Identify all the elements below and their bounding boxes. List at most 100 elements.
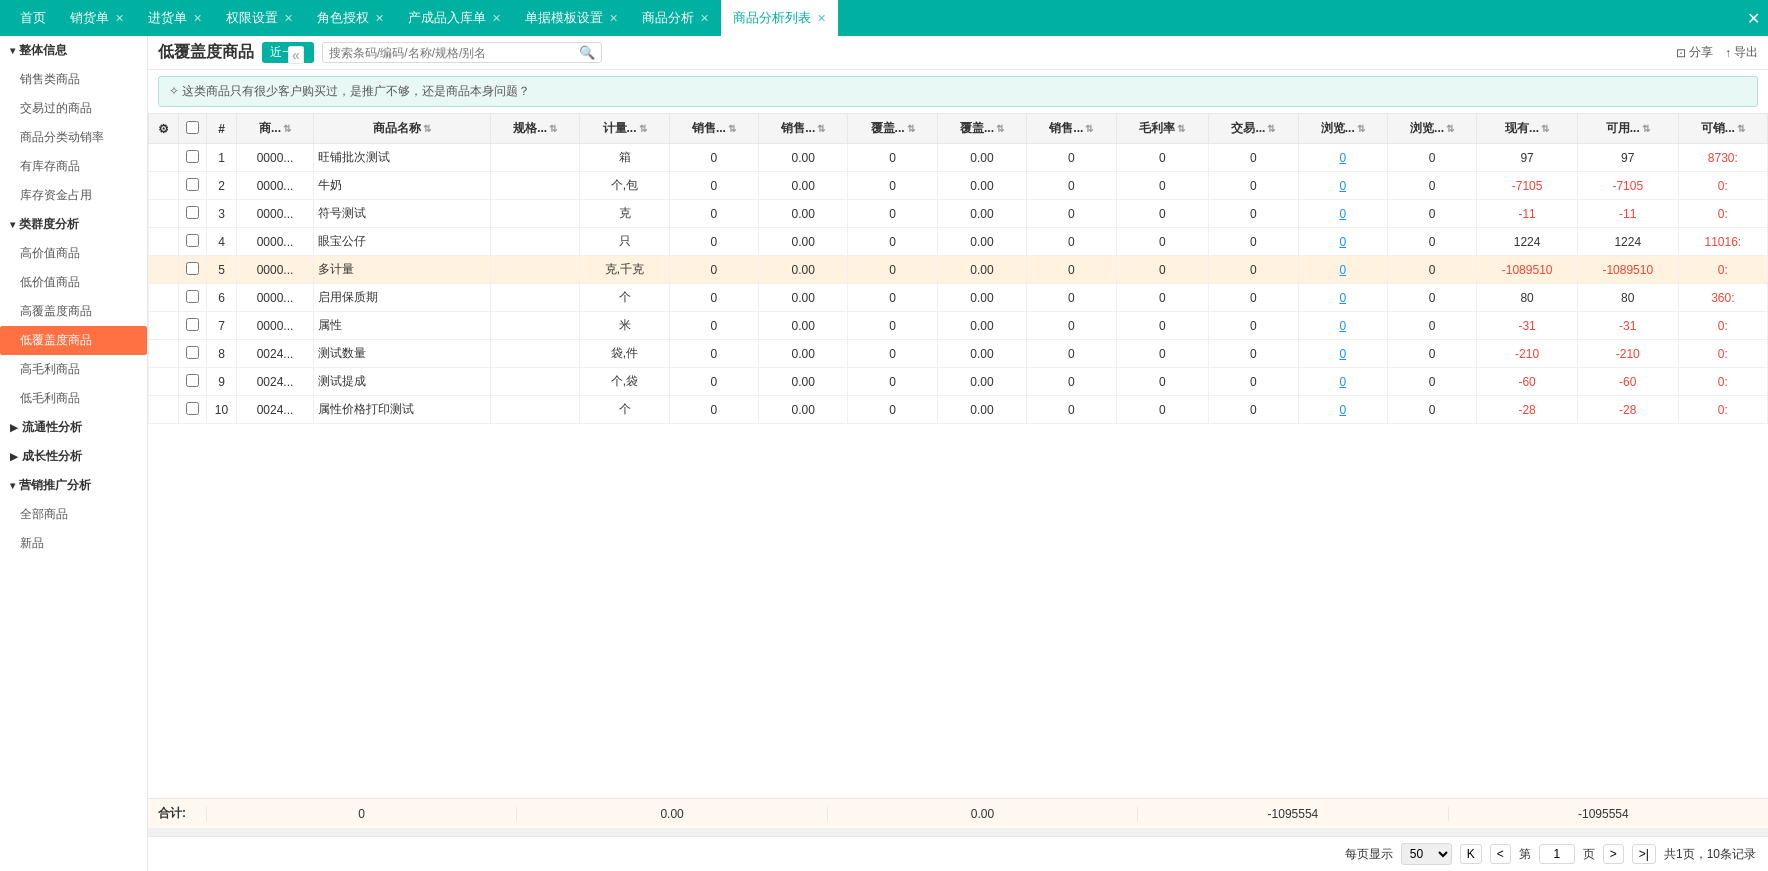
cell-view1[interactable]: 0: [1298, 256, 1387, 284]
select-all-checkbox[interactable]: [186, 121, 199, 134]
col-header-spec[interactable]: 规格...⇅: [491, 114, 580, 144]
cell-view1[interactable]: 0: [1298, 200, 1387, 228]
row-checkbox[interactable]: [186, 206, 199, 219]
sidebar-item-stock-capital[interactable]: 库存资金占用: [0, 181, 147, 210]
export-button[interactable]: ↑ 导出: [1725, 44, 1758, 61]
row-checkbox[interactable]: [186, 318, 199, 331]
sidebar-item-in-stock[interactable]: 有库存商品: [0, 152, 147, 181]
col-header-view2[interactable]: 浏览...⇅: [1387, 114, 1476, 144]
sidebar-item-sales-goods[interactable]: 销售类商品: [0, 65, 147, 94]
sidebar-item-high-profit[interactable]: 高毛利商品: [0, 355, 147, 384]
cell-view1[interactable]: 0: [1298, 312, 1387, 340]
col-header-trade[interactable]: 交易...⇅: [1209, 114, 1298, 144]
cell-check[interactable]: [179, 340, 207, 368]
nav-tab-product-inbound[interactable]: 产成品入库单 ✕: [396, 0, 513, 36]
col-header-view1[interactable]: 浏览...⇅: [1298, 114, 1387, 144]
col-header-cover2[interactable]: 覆盖...⇅: [937, 114, 1026, 144]
row-checkbox[interactable]: [186, 150, 199, 163]
sidebar-item-all-goods[interactable]: 全部商品: [0, 500, 147, 529]
cell-check[interactable]: [179, 172, 207, 200]
page-number-input[interactable]: [1539, 844, 1575, 864]
cell-cover2: 0.00: [937, 228, 1026, 256]
sidebar-item-category-rate[interactable]: 商品分类动销率: [0, 123, 147, 152]
cell-view1[interactable]: 0: [1298, 396, 1387, 424]
cell-view1[interactable]: 0: [1298, 368, 1387, 396]
table-row: 4 0000... 眼宝公仔 只 0 0.00 0 0.00 0 0 0 0 0…: [149, 228, 1768, 256]
cell-check[interactable]: [179, 256, 207, 284]
sidebar-item-new-goods[interactable]: 新品: [0, 529, 147, 558]
cell-view1[interactable]: 0: [1298, 340, 1387, 368]
col-header-unit[interactable]: 计量...⇅: [580, 114, 669, 144]
close-icon[interactable]: ✕: [492, 12, 501, 25]
col-header-code[interactable]: 商...⇅: [237, 114, 314, 144]
search-box[interactable]: 🔍: [322, 42, 602, 63]
col-header-stock-sale[interactable]: 可销...⇅: [1678, 114, 1767, 144]
sidebar-item-low-coverage[interactable]: 低覆盖度商品: [0, 326, 147, 355]
close-icon[interactable]: ✕: [609, 12, 618, 25]
close-icon[interactable]: ✕: [700, 12, 709, 25]
sidebar-section-overall[interactable]: ▾ 整体信息: [0, 36, 147, 65]
horizontal-scrollbar[interactable]: [148, 828, 1768, 836]
cell-check[interactable]: [179, 144, 207, 172]
sidebar-item-low-value[interactable]: 低价值商品: [0, 268, 147, 297]
cell-check[interactable]: [179, 312, 207, 340]
search-input[interactable]: [329, 46, 579, 60]
nav-tab-template[interactable]: 单据模板设置 ✕: [513, 0, 630, 36]
row-checkbox[interactable]: [186, 262, 199, 275]
nav-tab-sales[interactable]: 销货单 ✕: [58, 0, 136, 36]
sidebar-item-low-profit[interactable]: 低毛利商品: [0, 384, 147, 413]
sidebar-item-high-value[interactable]: 高价值商品: [0, 239, 147, 268]
nav-tab-product-analysis-list[interactable]: 商品分析列表 ✕: [721, 0, 838, 36]
nav-tab-roles[interactable]: 角色授权 ✕: [305, 0, 396, 36]
col-header-check[interactable]: [179, 114, 207, 144]
cell-check[interactable]: [179, 228, 207, 256]
row-checkbox[interactable]: [186, 290, 199, 303]
per-page-select[interactable]: 50 20 100 200: [1401, 843, 1452, 865]
close-icon[interactable]: ✕: [115, 12, 124, 25]
row-checkbox[interactable]: [186, 346, 199, 359]
cell-view1[interactable]: 0: [1298, 172, 1387, 200]
col-header-cover1[interactable]: 覆盖...⇅: [848, 114, 937, 144]
row-checkbox[interactable]: [186, 402, 199, 415]
sidebar-section-group-analysis[interactable]: ▾ 类群度分析: [0, 210, 147, 239]
cell-view1[interactable]: 0: [1298, 144, 1387, 172]
col-header-sale-amt[interactable]: 销售...⇅: [759, 114, 848, 144]
close-icon[interactable]: ✕: [375, 12, 384, 25]
col-header-name[interactable]: 商品名称⇅: [314, 114, 491, 144]
close-icon[interactable]: ✕: [817, 12, 826, 25]
close-icon[interactable]: ✕: [193, 12, 202, 25]
nav-tab-permissions[interactable]: 权限设置 ✕: [214, 0, 305, 36]
sidebar-section-marketing[interactable]: ▾ 营销推广分析: [0, 471, 147, 500]
col-header-sale3[interactable]: 销售...⇅: [1027, 114, 1116, 144]
close-icon[interactable]: ✕: [284, 12, 293, 25]
row-checkbox[interactable]: [186, 234, 199, 247]
nav-tab-purchase[interactable]: 进货单 ✕: [136, 0, 214, 36]
sidebar-collapse-button[interactable]: «: [288, 46, 304, 64]
share-button[interactable]: ⊡ 分享: [1676, 44, 1713, 61]
col-header-sale-qty[interactable]: 销售...⇅: [669, 114, 758, 144]
cell-view1[interactable]: 0: [1298, 284, 1387, 312]
sidebar-item-traded-goods[interactable]: 交易过的商品: [0, 94, 147, 123]
col-header-gross-rate[interactable]: 毛利率⇅: [1116, 114, 1209, 144]
col-header-gear[interactable]: ⚙: [149, 114, 179, 144]
cell-check[interactable]: [179, 200, 207, 228]
col-header-stock-cur[interactable]: 现有...⇅: [1477, 114, 1578, 144]
cell-check[interactable]: [179, 284, 207, 312]
row-checkbox[interactable]: [186, 178, 199, 191]
table-row: 3 0000... 符号测试 克 0 0.00 0 0.00 0 0 0 0 0…: [149, 200, 1768, 228]
nav-tab-product-analysis[interactable]: 商品分析 ✕: [630, 0, 721, 36]
sidebar-item-high-coverage[interactable]: 高覆盖度商品: [0, 297, 147, 326]
cell-view1[interactable]: 0: [1298, 228, 1387, 256]
col-header-stock-avail[interactable]: 可用...⇅: [1577, 114, 1678, 144]
last-page-button[interactable]: >|: [1632, 844, 1656, 864]
prev-page-button[interactable]: <: [1490, 844, 1511, 864]
cell-check[interactable]: [179, 396, 207, 424]
sidebar-section-growth[interactable]: ▶ 成长性分析: [0, 442, 147, 471]
window-close-button[interactable]: ✕: [1747, 9, 1760, 28]
nav-tab-home[interactable]: 首页: [8, 0, 58, 36]
row-checkbox[interactable]: [186, 374, 199, 387]
next-page-button[interactable]: >: [1603, 844, 1624, 864]
first-page-button[interactable]: K: [1460, 844, 1482, 864]
cell-check[interactable]: [179, 368, 207, 396]
sidebar-section-liquidity[interactable]: ▶ 流通性分析: [0, 413, 147, 442]
